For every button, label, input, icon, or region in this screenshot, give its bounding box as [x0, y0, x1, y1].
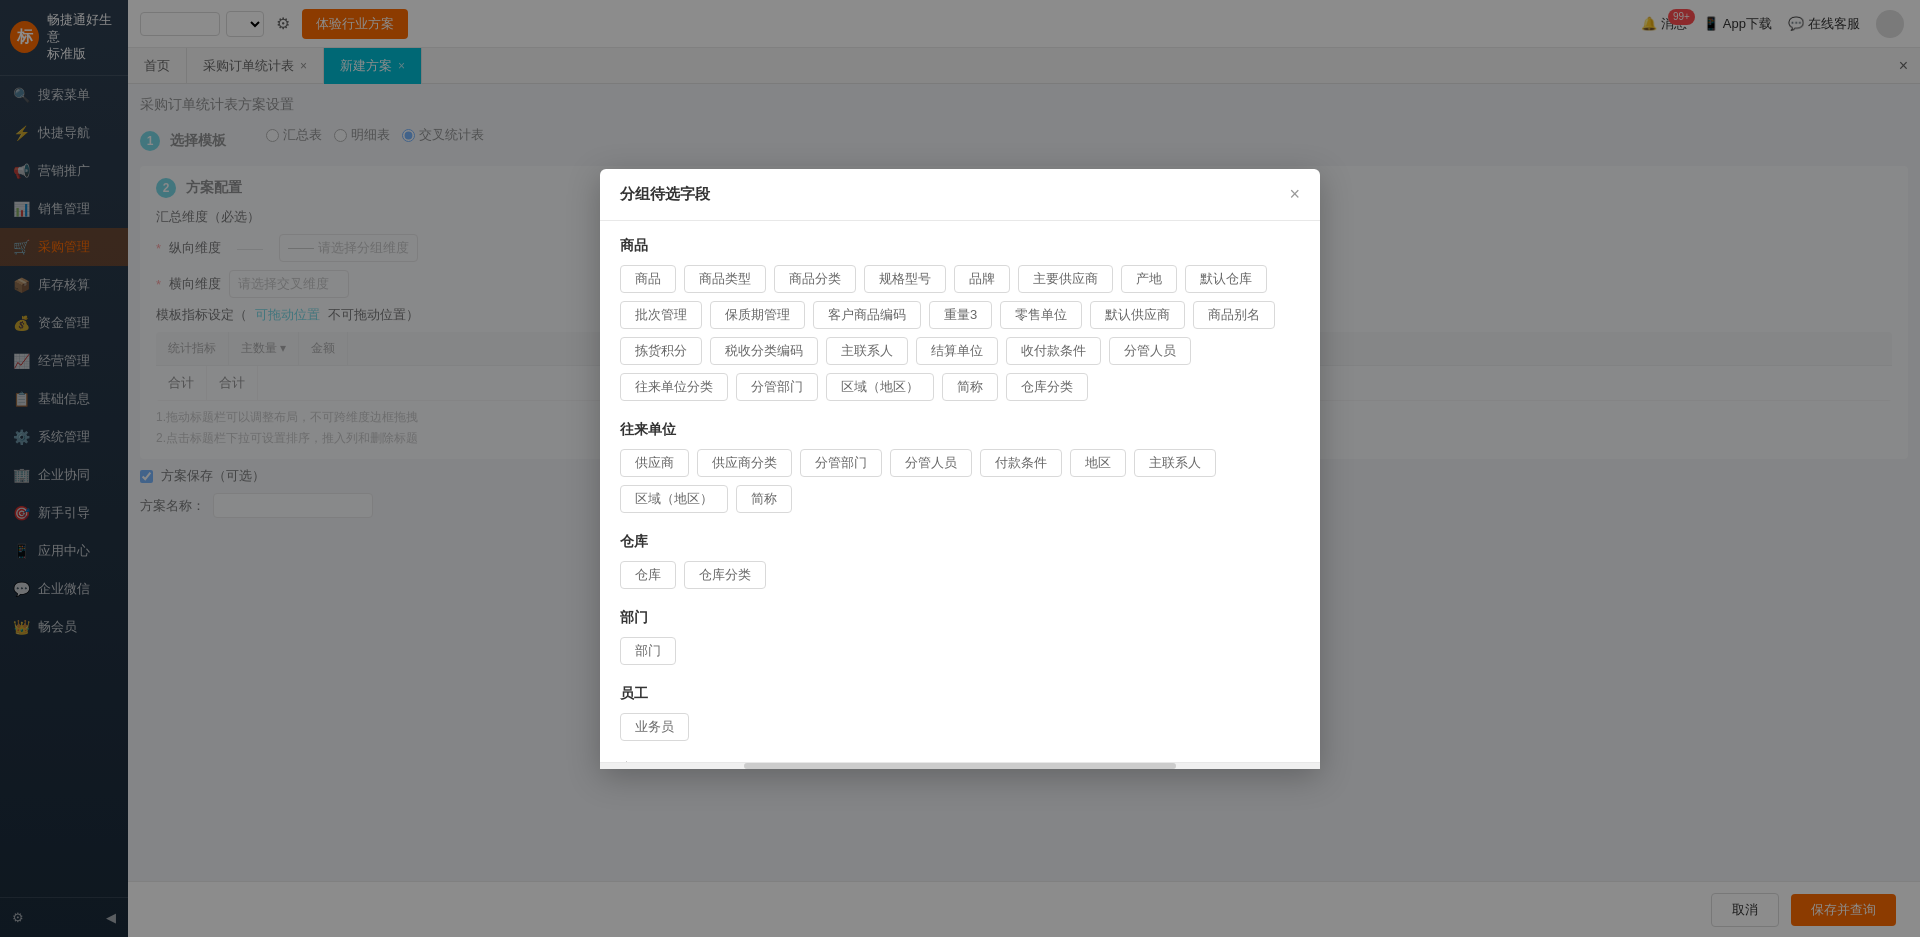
field-tag---[interactable]: 简称: [736, 485, 792, 513]
section-partner: 往来单位供应商供应商分类分管部门分管人员付款条件地区主联系人区域（地区） 简称: [620, 421, 1300, 513]
section-title-employee: 员工: [620, 685, 1300, 703]
modal-bottom-scroll[interactable]: [600, 762, 1320, 769]
section-title-partner: 往来单位: [620, 421, 1300, 439]
field-tag-----[interactable]: 分管部门: [800, 449, 882, 477]
field-tag-----[interactable]: 结算单位: [916, 337, 998, 365]
modal-header: 分组待选字段 ×: [600, 169, 1320, 221]
section-department: 部门部门: [620, 609, 1300, 665]
field-tag-----[interactable]: 付款条件: [980, 449, 1062, 477]
field-tag-----[interactable]: 规格型号: [864, 265, 946, 293]
field-tag------[interactable]: 主要供应商: [1018, 265, 1113, 293]
field-tags-department: 部门: [620, 637, 1300, 665]
field-tag---[interactable]: 仓库: [620, 561, 676, 589]
horizontal-scrollbar-thumb[interactable]: [744, 763, 1176, 769]
modal-close-button[interactable]: ×: [1289, 185, 1300, 203]
section-warehouse: 仓库仓库仓库分类: [620, 533, 1300, 589]
field-tag---[interactable]: 产地: [1121, 265, 1177, 293]
section-employee: 员工业务员: [620, 685, 1300, 741]
section-title-product: 商品: [620, 237, 1300, 255]
field-tag------[interactable]: 供应商分类: [697, 449, 792, 477]
field-tag-----[interactable]: 商品别名: [1193, 301, 1275, 329]
field-tags-warehouse: 仓库仓库分类: [620, 561, 1300, 589]
field-tag-------[interactable]: 区域（地区）: [620, 485, 728, 513]
field-tag-----[interactable]: 批次管理: [620, 301, 702, 329]
section-title-warehouse: 仓库: [620, 533, 1300, 551]
field-tag-----[interactable]: 分管部门: [736, 373, 818, 401]
field-tag-----[interactable]: 主联系人: [826, 337, 908, 365]
section-product: 商品商品商品类型商品分类规格型号品牌主要供应商产地默认仓库批次管理保质期管理客户…: [620, 237, 1300, 401]
field-tag-----[interactable]: 零售单位: [1000, 301, 1082, 329]
field-tag------[interactable]: 保质期管理: [710, 301, 805, 329]
field-tag-------[interactable]: 区域（地区）: [826, 373, 934, 401]
field-tag-----[interactable]: 商品分类: [774, 265, 856, 293]
field-tag-----[interactable]: 分管人员: [890, 449, 972, 477]
field-tag---[interactable]: 品牌: [954, 265, 1010, 293]
field-tag---[interactable]: 地区: [1070, 449, 1126, 477]
field-tag----[interactable]: 供应商: [620, 449, 689, 477]
field-tag-------[interactable]: 往来单位分类: [620, 373, 728, 401]
field-tag-----[interactable]: 商品类型: [684, 265, 766, 293]
modal-body: 商品商品商品类型商品分类规格型号品牌主要供应商产地默认仓库批次管理保质期管理客户…: [600, 221, 1320, 762]
field-tag------[interactable]: 默认供应商: [1090, 301, 1185, 329]
field-tags-partner: 供应商供应商分类分管部门分管人员付款条件地区主联系人区域（地区） 简称: [620, 449, 1300, 513]
field-tag---[interactable]: 简称: [942, 373, 998, 401]
field-tag-----[interactable]: 仓库分类: [1006, 373, 1088, 401]
field-tag------[interactable]: 收付款条件: [1006, 337, 1101, 365]
field-tag-----[interactable]: 主联系人: [1134, 449, 1216, 477]
field-tag---[interactable]: 部门: [620, 637, 676, 665]
field-tag-----[interactable]: 仓库分类: [684, 561, 766, 589]
field-tag---[interactable]: 商品: [620, 265, 676, 293]
modal-title: 分组待选字段: [620, 185, 710, 204]
field-tag-----[interactable]: 拣货积分: [620, 337, 702, 365]
section-title-department: 部门: [620, 609, 1300, 627]
field-tag-------[interactable]: 客户商品编码: [813, 301, 921, 329]
field-tag----[interactable]: 业务员: [620, 713, 689, 741]
field-tag---3[interactable]: 重量3: [929, 301, 992, 329]
field-tags-employee: 业务员: [620, 713, 1300, 741]
field-tag-----[interactable]: 分管人员: [1109, 337, 1191, 365]
field-tag-----[interactable]: 默认仓库: [1185, 265, 1267, 293]
field-tags-product: 商品商品类型商品分类规格型号品牌主要供应商产地默认仓库批次管理保质期管理客户商品…: [620, 265, 1300, 401]
modal: 分组待选字段 × 商品商品商品类型商品分类规格型号品牌主要供应商产地默认仓库批次…: [600, 169, 1320, 769]
field-tag-------[interactable]: 税收分类编码: [710, 337, 818, 365]
